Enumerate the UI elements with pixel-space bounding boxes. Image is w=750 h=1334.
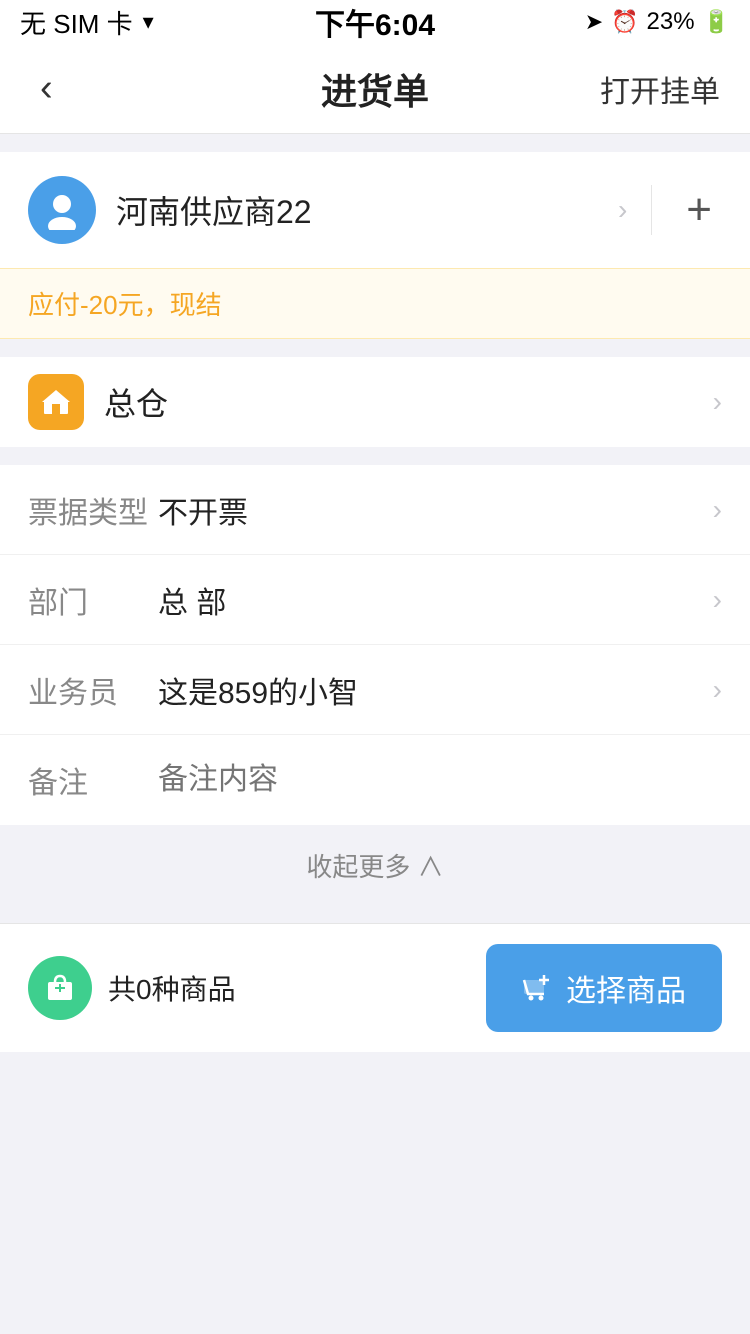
wifi-icon: ▾: [143, 9, 154, 35]
section-gap-3: [0, 447, 750, 465]
ticket-type-chevron-icon: ›: [713, 494, 722, 526]
department-label: 部门: [28, 578, 158, 622]
warehouse-row[interactable]: 总仓 ›: [0, 357, 750, 447]
product-count-section: 共0种商品: [28, 956, 236, 1020]
product-icon: [28, 956, 92, 1020]
warehouse-name: 总仓: [104, 379, 713, 425]
status-right: ➤ ⏰ 23% 🔋: [585, 8, 730, 36]
ticket-type-label: 票据类型: [28, 488, 158, 532]
ticket-type-row[interactable]: 票据类型 不开票 ›: [0, 465, 750, 555]
gray-background: [0, 1052, 750, 1332]
salesperson-value: 这是859的小智: [158, 668, 713, 712]
back-button[interactable]: ‹: [30, 57, 63, 120]
status-time: 下午6:04: [315, 0, 435, 44]
remark-row[interactable]: 备注: [0, 735, 750, 825]
department-value: 总 部: [158, 578, 713, 622]
warehouse-section: 总仓 ›: [0, 357, 750, 447]
department-row[interactable]: 部门 总 部 ›: [0, 555, 750, 645]
status-bar: 无 SIM 卡 ▾ 下午6:04 ➤ ⏰ 23% 🔋: [0, 0, 750, 44]
alarm-icon: ⏰: [611, 9, 638, 35]
salesperson-label: 业务员: [28, 668, 158, 712]
section-gap-1: [0, 134, 750, 152]
person-icon: [42, 190, 82, 230]
supplier-avatar: [28, 176, 96, 244]
open-pending-button[interactable]: 打开挂单: [600, 67, 720, 111]
section-gap-4: [0, 905, 750, 923]
salesperson-row[interactable]: 业务员 这是859的小智 ›: [0, 645, 750, 735]
divider: [651, 185, 652, 235]
supplier-section: 河南供应商22 › + 应付-20元，现结: [0, 152, 750, 339]
battery-text: 23%: [647, 8, 695, 36]
bottom-bar: 共0种商品 选择商品: [0, 923, 750, 1052]
select-product-label: 选择商品: [566, 966, 686, 1010]
warehouse-building-icon: [40, 386, 72, 418]
warehouse-icon: [28, 374, 84, 430]
notice-bar: 应付-20元，现结: [0, 268, 750, 339]
form-section: 票据类型 不开票 › 部门 总 部 › 业务员 这是859的小智 › 备注: [0, 465, 750, 825]
remark-label: 备注: [28, 758, 158, 802]
collapse-row[interactable]: 收起更多 ∧: [0, 825, 750, 905]
add-supplier-button[interactable]: +: [676, 185, 722, 235]
remark-input[interactable]: [158, 763, 722, 797]
cart-plus-icon: [522, 972, 554, 1004]
collapse-label: 收起更多 ∧: [306, 847, 443, 884]
supplier-name: 河南供应商22: [116, 187, 618, 233]
section-gap-2: [0, 339, 750, 357]
nav-bar: ‹ 进货单 打开挂单: [0, 44, 750, 134]
status-carrier: 无 SIM 卡 ▾: [20, 4, 154, 41]
supplier-row[interactable]: 河南供应商22 › +: [0, 152, 750, 268]
salesperson-chevron-icon: ›: [713, 674, 722, 706]
department-chevron-icon: ›: [713, 584, 722, 616]
page-title: 进货单: [321, 63, 429, 115]
battery-icon: 🔋: [703, 9, 730, 35]
select-product-button[interactable]: 选择商品: [486, 944, 722, 1032]
shopping-bag-icon: [42, 970, 78, 1006]
carrier-text: 无 SIM 卡: [20, 4, 133, 41]
location-icon: ➤: [585, 9, 603, 35]
product-count-text: 共0种商品: [108, 968, 236, 1008]
warehouse-chevron-icon: ›: [713, 386, 722, 418]
supplier-chevron-icon: ›: [618, 194, 627, 226]
ticket-type-value: 不开票: [158, 488, 713, 532]
